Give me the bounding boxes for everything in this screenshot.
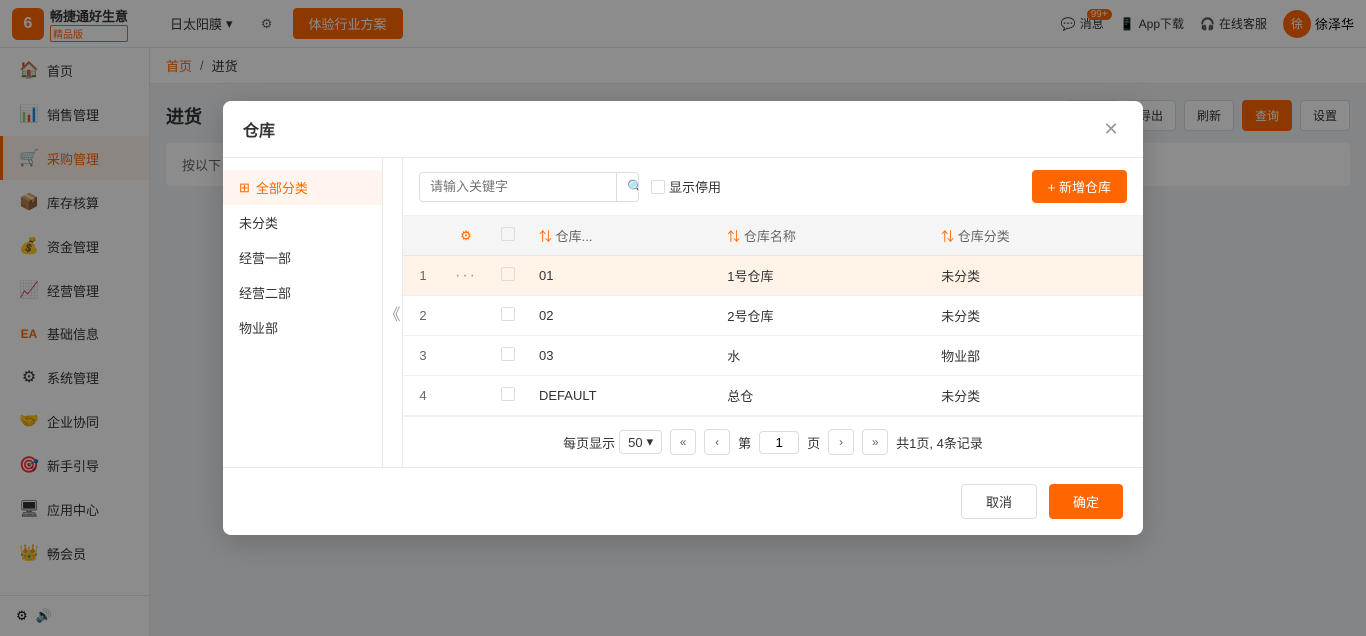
sort-icon-cat: ⇅: [941, 229, 954, 244]
show-disabled-label[interactable]: 显示停用: [651, 177, 721, 196]
code-col-header: ⇅ 仓库...: [527, 216, 715, 256]
table-row[interactable]: 2 02 2号仓库 未分类: [403, 296, 1143, 336]
pagination: 每页显示 50 ▾ « ‹ 第 页 › » 共1页, 4条记录: [403, 416, 1143, 467]
modal-footer: 取消 确定: [223, 467, 1143, 535]
category-all[interactable]: ⊞ 全部分类: [223, 170, 382, 205]
cancel-button[interactable]: 取消: [961, 484, 1037, 519]
modal-close-button[interactable]: ✕: [1099, 117, 1123, 141]
row-code: 01: [527, 256, 715, 296]
page-size-dropdown[interactable]: 50 ▾: [619, 430, 662, 454]
row-number: 4: [403, 376, 443, 416]
row-category: 未分类: [929, 296, 1143, 336]
last-page-button[interactable]: »: [862, 429, 888, 455]
row-name: 水: [715, 336, 929, 376]
warehouse-modal: 仓库 ✕ ⊞ 全部分类 未分类 经营一部 经营二部: [223, 101, 1143, 535]
warehouse-table: ⚙ ⇅ 仓库... ⇅: [403, 216, 1143, 416]
select-all-checkbox[interactable]: [501, 227, 515, 241]
sort-icon-name: ⇅: [727, 229, 740, 244]
row-number: 2: [403, 296, 443, 336]
modal-toolbar: 🔍 显示停用 + 新增仓库: [403, 158, 1143, 216]
row-name: 1号仓库: [715, 256, 929, 296]
row-checkbox[interactable]: [501, 347, 515, 361]
table-row[interactable]: 4 DEFAULT 总仓 未分类: [403, 376, 1143, 416]
row-name: 2号仓库: [715, 296, 929, 336]
modal-body: ⊞ 全部分类 未分类 经营一部 经营二部 物业部 《: [223, 158, 1143, 467]
sort-icon: ⇅: [539, 229, 552, 244]
num-col-header: [403, 216, 443, 256]
row-checkbox[interactable]: [501, 387, 515, 401]
next-page-button[interactable]: ›: [828, 429, 854, 455]
chevron-down-icon: ▾: [647, 434, 654, 450]
row-code: DEFAULT: [527, 376, 715, 416]
search-input[interactable]: [420, 173, 616, 200]
row-checkbox[interactable]: [501, 307, 515, 321]
page-size-select: 每页显示 50 ▾: [563, 430, 662, 454]
modal-toolbar-left: 🔍 显示停用: [419, 172, 721, 202]
grid-icon: ⊞: [239, 180, 250, 196]
sidebar-collapse-button[interactable]: 《: [383, 158, 403, 467]
first-page-button[interactable]: «: [670, 429, 696, 455]
row-code: 03: [527, 336, 715, 376]
category-property[interactable]: 物业部: [223, 310, 382, 345]
page-input[interactable]: [759, 431, 799, 454]
row-category: 未分类: [929, 256, 1143, 296]
category-ops1[interactable]: 经营一部: [223, 240, 382, 275]
row-category: 未分类: [929, 376, 1143, 416]
confirm-button[interactable]: 确定: [1049, 484, 1123, 519]
modal-overlay[interactable]: 仓库 ✕ ⊞ 全部分类 未分类 经营一部 经营二部: [0, 0, 1366, 636]
name-col-header: ⇅ 仓库名称: [715, 216, 929, 256]
row-number: 3: [403, 336, 443, 376]
add-warehouse-button[interactable]: + 新增仓库: [1032, 170, 1127, 203]
row-name: 总仓: [715, 376, 929, 416]
modal-title: 仓库: [243, 117, 275, 141]
row-action-icon[interactable]: ···: [455, 267, 477, 284]
category-uncategorized[interactable]: 未分类: [223, 205, 382, 240]
category-ops2[interactable]: 经营二部: [223, 275, 382, 310]
settings-th-icon: ⚙: [460, 228, 472, 243]
prev-page-button[interactable]: ‹: [704, 429, 730, 455]
modal-category-sidebar: ⊞ 全部分类 未分类 经营一部 经营二部 物业部: [223, 158, 383, 467]
row-code: 02: [527, 296, 715, 336]
category-col-header: ⇅ 仓库分类: [929, 216, 1143, 256]
table-row[interactable]: 3 03 水 物业部: [403, 336, 1143, 376]
chevron-left-icon: 《: [384, 301, 400, 325]
table-row[interactable]: 1 ··· 01 1号仓库 未分类: [403, 256, 1143, 296]
search-wrap: 🔍: [419, 172, 639, 202]
search-icon[interactable]: 🔍: [616, 173, 639, 201]
modal-main: 🔍 显示停用 + 新增仓库: [403, 158, 1143, 467]
check-col-header: [489, 216, 527, 256]
modal-header: 仓库 ✕: [223, 101, 1143, 158]
show-disabled-checkbox[interactable]: [651, 180, 665, 194]
settings-col-header: ⚙: [443, 216, 489, 256]
row-category: 物业部: [929, 336, 1143, 376]
row-checkbox[interactable]: [501, 267, 515, 281]
row-number: 1: [403, 256, 443, 296]
